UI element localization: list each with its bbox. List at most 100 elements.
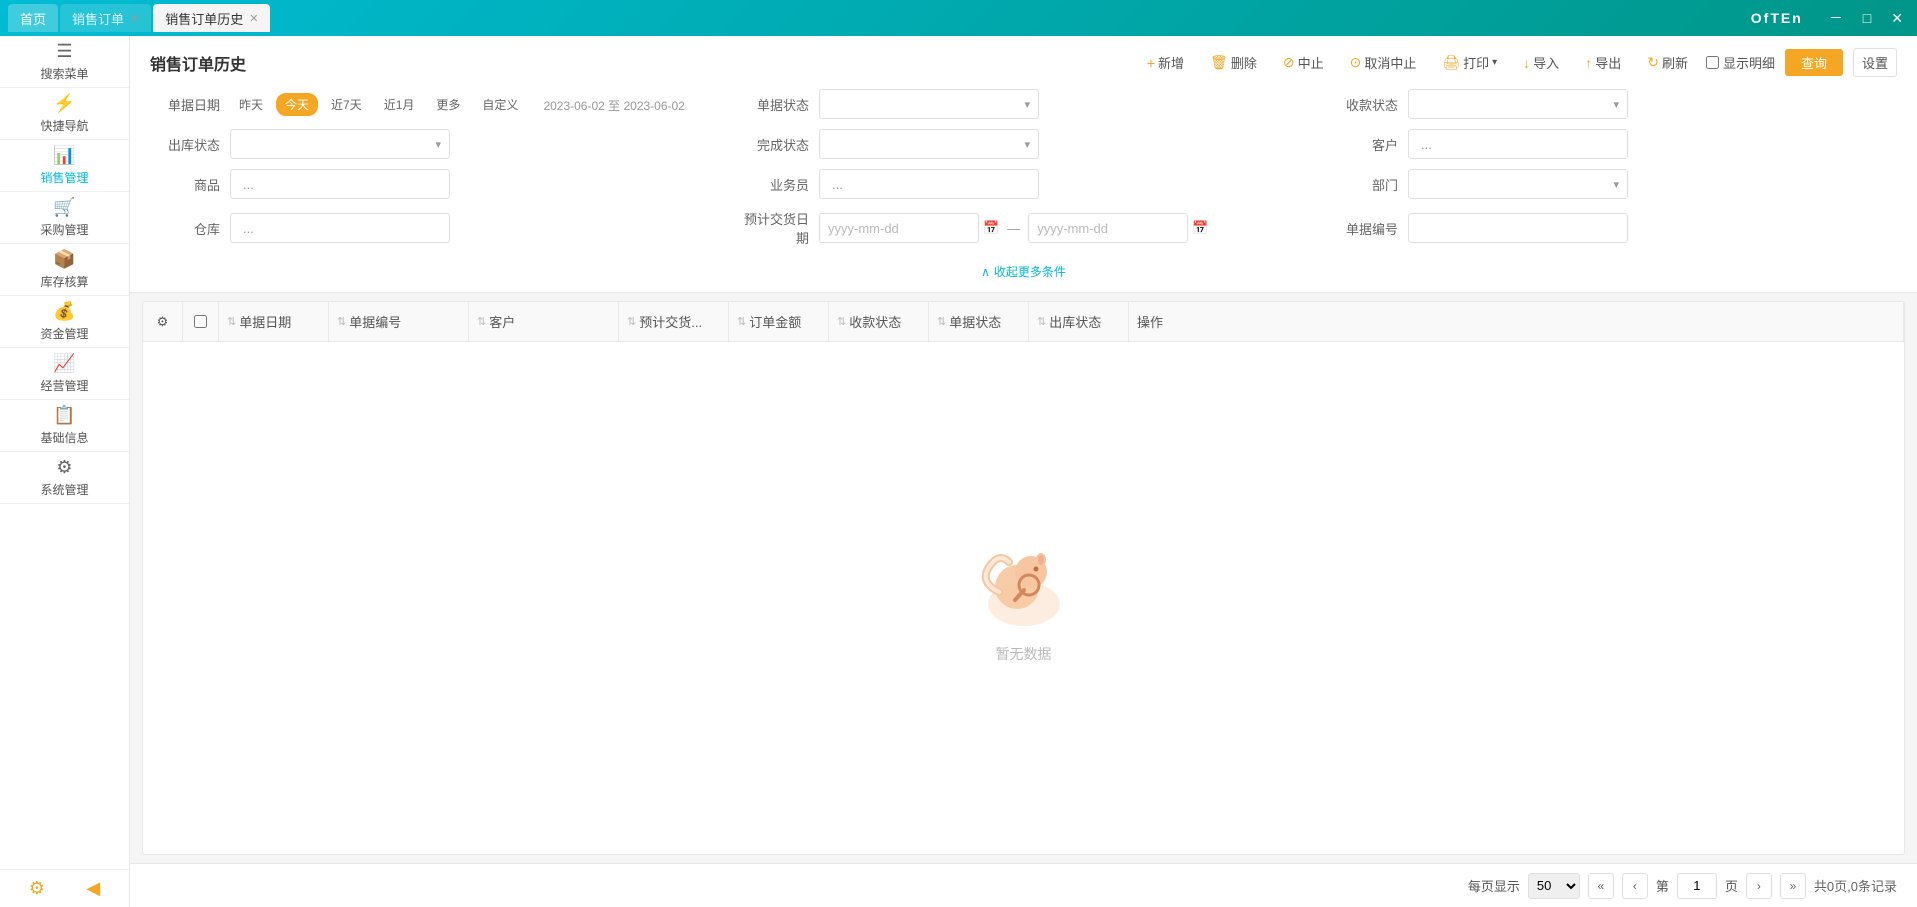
select-all-checkbox[interactable] [194, 315, 207, 328]
tab-sales-history[interactable]: 销售订单历史 ✕ [153, 4, 270, 32]
th-gear[interactable]: ⚙ [143, 302, 183, 341]
date-7days-btn[interactable]: 近7天 [322, 93, 371, 116]
tab-sales-order[interactable]: 销售订单 ✕ [60, 4, 151, 32]
delivery-date-end-input[interactable]: yyyy-mm-dd [1028, 213, 1188, 243]
delete-button[interactable]: 🗑 删除 [1202, 49, 1265, 76]
next-page-button[interactable]: › [1746, 873, 1772, 899]
minimize-button[interactable]: － [1823, 6, 1849, 30]
close-icon[interactable]: ✕ [130, 12, 139, 25]
date-more-btn[interactable]: 更多 [427, 93, 469, 116]
new-button[interactable]: + 新增 [1139, 49, 1192, 76]
maximize-button[interactable]: □ [1857, 8, 1877, 28]
date-today-btn[interactable]: 今天 [276, 93, 318, 116]
sidebar-item-sales-label: 销售管理 [40, 169, 88, 186]
delivery-date-start-input[interactable]: yyyy-mm-dd [819, 213, 979, 243]
main-layout: ☰ 搜索菜单 ⚡ 快捷导航 📊 销售管理 🛒 采购管理 📦 库存核算 💰 资金管… [0, 36, 1917, 907]
warehouse-input[interactable]: ... [230, 213, 450, 243]
current-page-input[interactable] [1677, 873, 1717, 899]
first-page-button[interactable]: « [1588, 873, 1614, 899]
settings-button[interactable]: 设置 [1853, 48, 1897, 77]
th-receipt-status[interactable]: ⇅ 收款状态 [829, 302, 929, 341]
order-no-input[interactable] [1408, 213, 1628, 243]
th-delivery-label: 预计交货... [639, 312, 702, 331]
export-button[interactable]: ↑ 导出 [1577, 49, 1629, 76]
th-out-status[interactable]: ⇅ 出库状态 [1029, 302, 1129, 341]
out-status-select[interactable]: ▾ [230, 129, 450, 159]
close-icon[interactable]: ✕ [249, 12, 258, 25]
per-page-select[interactable]: 10 20 50 100 [1528, 873, 1580, 899]
date-custom-btn[interactable]: 自定义 [473, 93, 527, 116]
filter-area: 单据日期 昨天 今天 近7天 近1月 更多 自定义 2023-06-02 至 2… [150, 89, 1897, 292]
table-header: ⚙ ⇅ 单据日期 ⇅ 单据编号 ⇅ 客户 ⇅ [143, 302, 1904, 342]
goods-input[interactable]: ... [230, 169, 450, 199]
refresh-button[interactable]: ↻ 刷新 [1639, 49, 1696, 76]
search-button[interactable]: 查询 [1785, 49, 1843, 76]
th-action-label: 操作 [1137, 312, 1163, 331]
sidebar-item-finance[interactable]: 💰 资金管理 [0, 296, 129, 348]
cancel-stop-button[interactable]: ⊙ 取消中止 [1342, 49, 1425, 76]
last-page-button[interactable]: » [1780, 873, 1806, 899]
th-order-status[interactable]: ⇅ 单据状态 [929, 302, 1029, 341]
sidebar-item-basic-info[interactable]: 📋 基础信息 [0, 400, 129, 452]
export-label: 导出 [1595, 53, 1621, 72]
top-bar-right: OfTEn － □ ✕ [1739, 6, 1909, 30]
date-month-btn[interactable]: 近1月 [375, 93, 424, 116]
date-yesterday-btn[interactable]: 昨天 [230, 93, 272, 116]
calendar-start-icon[interactable]: 📅 [983, 220, 999, 236]
sidebar-item-inventory[interactable]: 📦 库存核算 [0, 244, 129, 296]
tab-sales-order-label: 销售订单 [72, 9, 124, 28]
page-header: 销售订单历史 + 新增 🗑 删除 ⊘ 中止 ⊙ [130, 36, 1917, 293]
date-control: 昨天 今天 近7天 近1月 更多 自定义 2023-06-02 至 2023-0… [230, 93, 719, 116]
salesperson-input[interactable]: ... [819, 169, 1039, 199]
th-customer[interactable]: ⇅ 客户 [469, 302, 619, 341]
display-columns-toggle[interactable]: 显示明细 [1706, 53, 1775, 72]
delete-icon: 🗑 [1210, 54, 1228, 71]
sidebar-item-search-menu[interactable]: ☰ 搜索菜单 [0, 36, 129, 88]
print-arrow-icon: ▾ [1492, 57, 1497, 68]
goods-dots[interactable]: ... [239, 177, 258, 192]
customer-input[interactable]: ... [1408, 129, 1628, 159]
warehouse-dots[interactable]: ... [239, 221, 258, 236]
receipt-status-select[interactable]: ▾ [1408, 89, 1628, 119]
collapse-row[interactable]: ∧ 收起更多条件 [150, 257, 1897, 284]
th-checkbox[interactable] [183, 302, 219, 341]
th-order-status-label: 单据状态 [949, 312, 1001, 331]
import-label: 导入 [1533, 53, 1559, 72]
sidebar-item-purchase[interactable]: 🛒 采购管理 [0, 192, 129, 244]
display-columns-checkbox[interactable] [1706, 56, 1719, 69]
sidebar-item-inventory-label: 库存核算 [40, 273, 88, 290]
sidebar-settings-icon[interactable]: ⚙ [29, 878, 45, 899]
receipt-status-label: 收款状态 [1328, 95, 1408, 114]
th-order-no[interactable]: ⇅ 单据编号 [329, 302, 469, 341]
prev-page-button[interactable]: ‹ [1622, 873, 1648, 899]
cancel-stop-label: 取消中止 [1364, 53, 1416, 72]
th-action: 操作 [1129, 302, 1904, 341]
cancel-stop-icon: ⊙ [1350, 54, 1362, 71]
sidebar-item-quick-nav[interactable]: ⚡ 快捷导航 [0, 88, 129, 140]
sidebar-item-purchase-label: 采购管理 [40, 221, 88, 238]
tab-home[interactable]: 首页 [8, 4, 58, 32]
complete-status-select[interactable]: ▾ [819, 129, 1039, 159]
th-date[interactable]: ⇅ 单据日期 [219, 302, 329, 341]
salesperson-dots[interactable]: ... [828, 177, 847, 192]
customer-dots[interactable]: ... [1417, 137, 1436, 152]
th-delivery[interactable]: ⇅ 预计交货... [619, 302, 729, 341]
print-button[interactable]: 🖨 打印 ▾ [1434, 49, 1505, 76]
order-status-select[interactable]: ▾ [819, 89, 1039, 119]
gear-settings-icon: ⚙ [157, 314, 169, 330]
sidebar: ☰ 搜索菜单 ⚡ 快捷导航 📊 销售管理 🛒 采购管理 📦 库存核算 💰 资金管… [0, 36, 130, 907]
sidebar-item-operations[interactable]: 📈 经营管理 [0, 348, 129, 400]
content-area: 销售订单历史 + 新增 🗑 删除 ⊘ 中止 ⊙ [130, 36, 1917, 907]
calendar-end-icon[interactable]: 📅 [1192, 220, 1208, 236]
th-amount[interactable]: ⇅ 订单金额 [729, 302, 829, 341]
import-button[interactable]: ↓ 导入 [1515, 49, 1567, 76]
close-window-button[interactable]: ✕ [1885, 8, 1909, 29]
goods-label: 商品 [150, 175, 230, 194]
stop-button[interactable]: ⊘ 中止 [1275, 49, 1332, 76]
customer-label: 客户 [1328, 135, 1408, 154]
sidebar-collapse-icon[interactable]: ◀ [86, 878, 100, 899]
dept-select[interactable]: ▾ [1408, 169, 1628, 199]
sidebar-item-system[interactable]: ⚙ 系统管理 [0, 452, 129, 504]
sidebar-item-sales[interactable]: 📊 销售管理 [0, 140, 129, 192]
delivery-date-control: yyyy-mm-dd 📅 — yyyy-mm-dd 📅 [819, 213, 1308, 243]
